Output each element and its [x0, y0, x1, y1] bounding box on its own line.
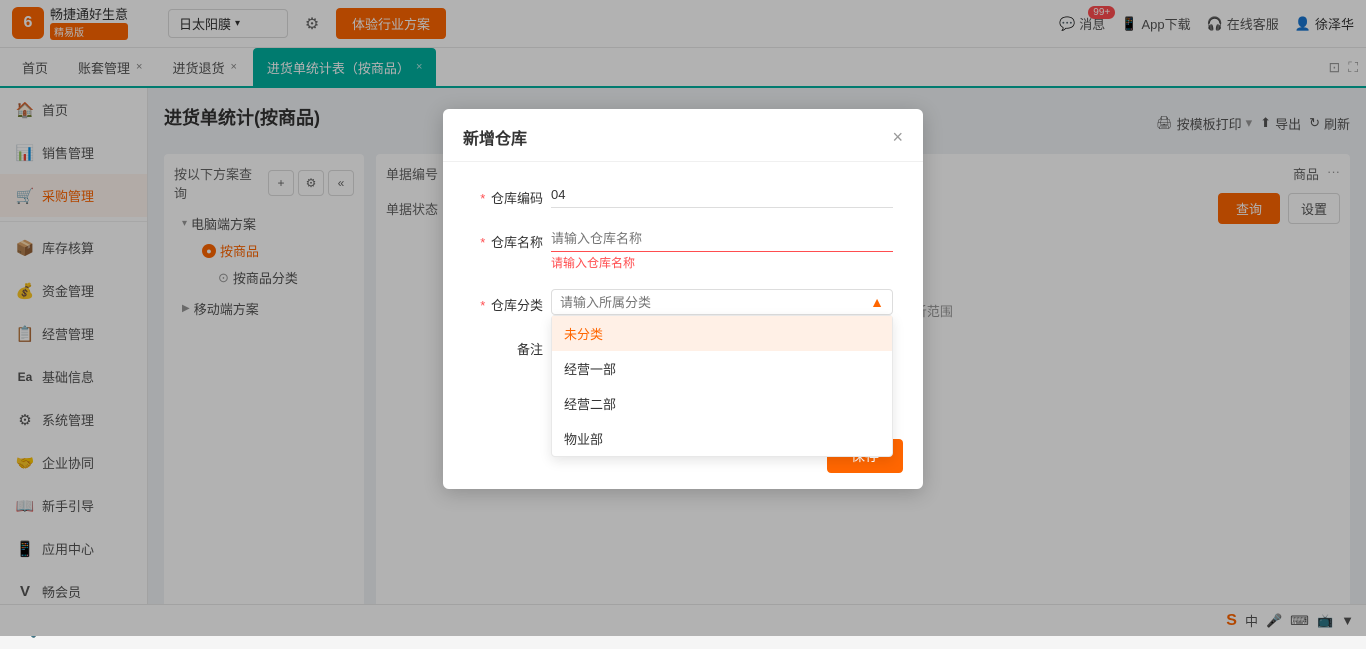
dropdown-item-0[interactable]: 未分类 — [552, 316, 892, 351]
code-input[interactable] — [551, 182, 893, 208]
dropdown-item-3[interactable]: 物业部 — [552, 421, 892, 456]
code-label: * 仓库编码 — [473, 182, 543, 207]
required-star-name: * — [480, 235, 485, 250]
code-field-wrap — [551, 182, 893, 208]
category-dropdown: 未分类 经营一部 经营二部 物业部 — [551, 315, 893, 457]
form-row-name: * 仓库名称 请输入仓库名称 — [473, 226, 893, 271]
category-input[interactable] — [560, 295, 870, 310]
dropdown-item-1[interactable]: 经营一部 — [552, 351, 892, 386]
category-dropdown-arrow[interactable]: ▲ — [870, 294, 884, 310]
required-star-code: * — [480, 191, 485, 206]
name-input[interactable] — [551, 226, 893, 252]
modal-body: * 仓库编码 * 仓库名称 请输入仓库名称 * 仓库分类 — [443, 162, 923, 431]
category-label: * 仓库分类 — [473, 289, 543, 314]
form-row-code: * 仓库编码 — [473, 182, 893, 208]
name-error-msg: 请输入仓库名称 — [551, 254, 893, 271]
add-warehouse-modal: 新增仓库 × * 仓库编码 * 仓库名称 请输入仓库名称 — [443, 109, 923, 489]
modal-close-button[interactable]: × — [892, 127, 903, 148]
category-input-wrap: ▲ — [551, 289, 893, 315]
dropdown-item-2[interactable]: 经营二部 — [552, 386, 892, 421]
remark-label: 备注 — [473, 333, 543, 358]
modal-title: 新增仓库 — [463, 125, 527, 149]
required-star-category: * — [480, 298, 485, 313]
modal-header: 新增仓库 × — [443, 109, 923, 162]
name-field-wrap: 请输入仓库名称 — [551, 226, 893, 271]
category-field-wrap: ▲ 未分类 经营一部 经营二部 物业部 — [551, 289, 893, 315]
form-row-category: * 仓库分类 ▲ 未分类 经营一部 经营二部 物业部 — [473, 289, 893, 315]
name-label: * 仓库名称 — [473, 226, 543, 251]
